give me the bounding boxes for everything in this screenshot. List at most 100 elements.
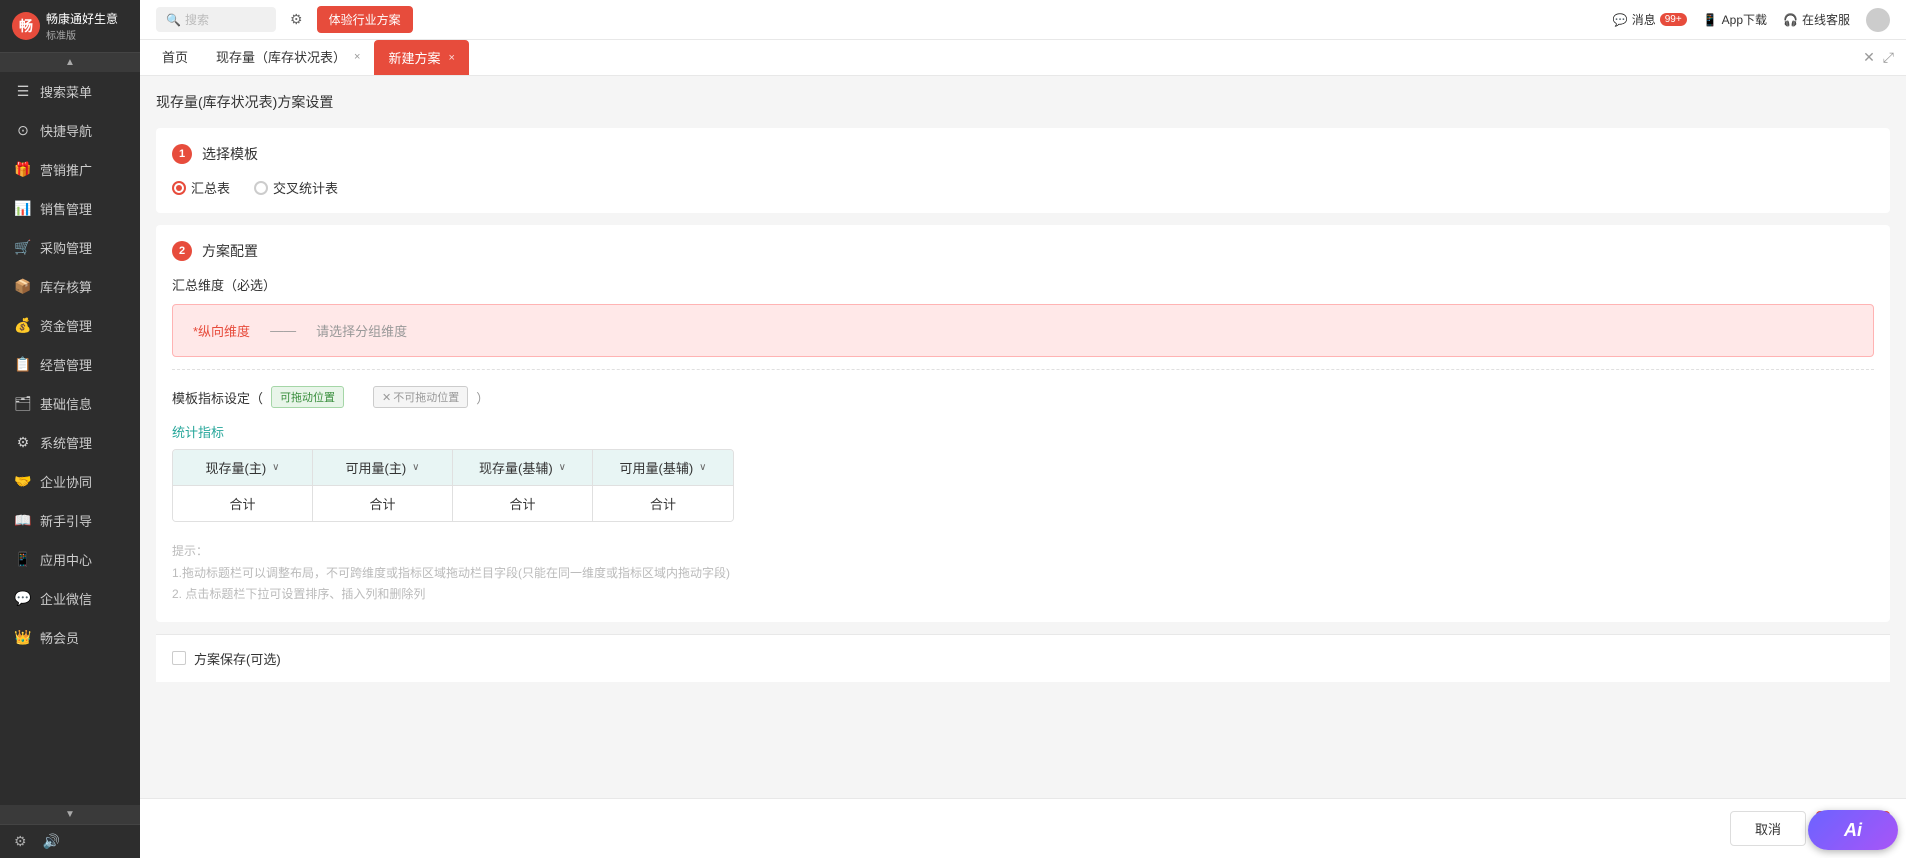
tips-title: 提示： xyxy=(172,544,208,558)
col1-label: 现存量(主) xyxy=(206,458,267,477)
draggable-badge: 可拖动位置 xyxy=(271,386,344,408)
operations-icon: 📋 xyxy=(14,356,32,374)
sidebar-item-label: 快捷导航 xyxy=(40,121,92,140)
search-placeholder: 搜索 xyxy=(185,11,209,28)
step1-badge: 1 xyxy=(172,144,192,164)
sidebar-item-purchase[interactable]: 🛒 采购管理 xyxy=(0,228,140,267)
sidebar-scroll-down[interactable]: ▼ xyxy=(0,805,140,824)
stats-col-3-header[interactable]: 现存量(基辅) ∨ xyxy=(453,450,593,485)
sidebar-item-inventory[interactable]: 📦 库存核算 xyxy=(0,267,140,306)
sidebar-item-operations[interactable]: 📋 经营管理 xyxy=(0,345,140,384)
logo-icon: 畅 xyxy=(12,12,40,40)
sidebar-item-app-center[interactable]: 📱 应用中心 xyxy=(0,540,140,579)
footer-bar: 取消 查询 xyxy=(140,798,1906,858)
step1-card: 1 选择模板 汇总表 交叉统计表 xyxy=(156,128,1890,213)
stats-section: 统计指标 现存量(主) ∨ 可用量(主) ∨ 现存量(基辅) xyxy=(172,422,1874,525)
radio-summary[interactable]: 汇总表 xyxy=(172,178,230,197)
sidebar-item-weixin[interactable]: 💬 企业微信 xyxy=(0,579,140,618)
dimension-placeholder: 请选择分组维度 xyxy=(316,321,407,340)
quick-nav-icon: ⊙ xyxy=(14,122,32,140)
message-icon: 💬 xyxy=(1613,13,1628,27)
sidebar-bottom: ⚙ 🔊 xyxy=(0,824,140,858)
tab-inventory-close[interactable]: × xyxy=(354,51,360,63)
sidebar-item-marketing[interactable]: 🎁 营销推广 xyxy=(0,150,140,189)
sidebar-item-sales[interactable]: 📊 销售管理 xyxy=(0,189,140,228)
sidebar-item-quick-nav[interactable]: ⊙ 快捷导航 xyxy=(0,111,140,150)
logo-sub-text: 标准版 xyxy=(46,27,118,42)
logo-main-text: 畅康通好生意 xyxy=(46,10,118,27)
industry-btn[interactable]: 体验行业方案 xyxy=(317,6,413,33)
sidebar-item-label: 销售管理 xyxy=(40,199,92,218)
tips-section: 提示： 1.拖动标题栏可以调整布局，不可跨维度或指标区域拖动栏目字段(只能在同一… xyxy=(172,541,1874,606)
sidebar-item-label: 畅会员 xyxy=(40,628,79,647)
header-search-box[interactable]: 🔍 搜索 xyxy=(156,7,276,32)
finance-icon: 💰 xyxy=(14,317,32,335)
header-right: 💬 消息 99+ 📱 App下载 🎧 在线客服 xyxy=(1613,8,1890,32)
radio-cross-label: 交叉统计表 xyxy=(273,178,338,197)
dimension-section-label: 汇总维度（必选） xyxy=(172,275,1874,294)
stats-table: 现存量(主) ∨ 可用量(主) ∨ 现存量(基辅) ∨ 可用量(基辅) xyxy=(172,449,734,522)
template-settings-sep xyxy=(352,388,365,407)
sidebar-item-basic-info[interactable]: 🗂 基础信息 xyxy=(0,384,140,423)
message-item[interactable]: 💬 消息 99+ xyxy=(1613,11,1687,28)
sidebar-item-label: 企业协同 xyxy=(40,472,92,491)
sidebar-item-member[interactable]: 👑 畅会员 xyxy=(0,618,140,657)
inventory-icon: 📦 xyxy=(14,278,32,296)
user-avatar[interactable] xyxy=(1866,8,1890,32)
header-left: 🔍 搜索 ⚙ 体验行业方案 xyxy=(156,6,413,33)
template-settings-label: 模板指标设定（ 可拖动位置 ✕ 不可拖动位置 ） xyxy=(172,386,1874,408)
save-checkbox[interactable] xyxy=(172,651,186,665)
member-icon: 👑 xyxy=(14,629,32,647)
sidebar-item-label: 营销推广 xyxy=(40,160,92,179)
step1-header: 1 选择模板 xyxy=(172,144,1874,164)
non-drag-icon: ✕ xyxy=(382,391,391,404)
sidebar-item-label: 搜索菜单 xyxy=(40,82,92,101)
sidebar-item-search[interactable]: ☰ 搜索菜单 xyxy=(0,72,140,111)
step2-card: 2 方案配置 汇总维度（必选） *纵向维度 —— 请选择分组维度 模板指标设定（… xyxy=(156,225,1890,622)
stats-title: 统计指标 xyxy=(172,422,1874,441)
tab-new-plan[interactable]: 新建方案 × xyxy=(374,40,468,75)
app-download-label: App下载 xyxy=(1722,11,1767,28)
dimension-row[interactable]: *纵向维度 —— 请选择分组维度 xyxy=(172,304,1874,357)
sidebar-item-label: 采购管理 xyxy=(40,238,92,257)
stats-col-4-header[interactable]: 可用量(基辅) ∨ xyxy=(593,450,733,485)
stats-col-2-header[interactable]: 可用量(主) ∨ xyxy=(313,450,453,485)
sidebar-scroll-up[interactable]: ▲ xyxy=(0,53,140,72)
service-icon: 🎧 xyxy=(1783,13,1798,27)
basic-info-icon: 🗂 xyxy=(14,395,32,413)
tab-new-plan-close[interactable]: × xyxy=(448,52,454,64)
app-download-item[interactable]: 📱 App下载 xyxy=(1703,11,1767,28)
col2-chevron: ∨ xyxy=(412,462,419,473)
sidebar-item-label: 企业微信 xyxy=(40,589,92,608)
tabs-bar: 首页 现存量（库存状况表） × 新建方案 × ✕ ⤢ xyxy=(140,40,1906,76)
gear-icon[interactable]: ⚙ xyxy=(290,11,303,28)
sales-icon: 📊 xyxy=(14,200,32,218)
stats-col-1-header[interactable]: 现存量(主) ∨ xyxy=(173,450,313,485)
dimension-dash: —— xyxy=(270,323,296,338)
tab-inventory[interactable]: 现存量（库存状况表） × xyxy=(202,40,374,75)
sidebar-item-new-guide[interactable]: 📖 新手引导 xyxy=(0,501,140,540)
sidebar-item-finance[interactable]: 💰 资金管理 xyxy=(0,306,140,345)
radio-cross-circle xyxy=(254,181,268,195)
online-service-item[interactable]: 🎧 在线客服 xyxy=(1783,11,1850,28)
sidebar-nav: ☰ 搜索菜单 ⊙ 快捷导航 🎁 营销推广 📊 销售管理 🛒 采购管理 📦 库存核… xyxy=(0,72,140,805)
radio-summary-label: 汇总表 xyxy=(191,178,230,197)
radio-cross[interactable]: 交叉统计表 xyxy=(254,178,338,197)
section-divider xyxy=(172,369,1874,370)
cancel-button[interactable]: 取消 xyxy=(1730,811,1806,846)
weixin-icon: 💬 xyxy=(14,590,32,608)
tab-home[interactable]: 首页 xyxy=(148,40,202,75)
ai-fab-button[interactable]: Ai xyxy=(1808,810,1898,850)
search-icon: 🔍 xyxy=(166,13,181,27)
avatar-icon xyxy=(1866,8,1890,32)
message-label: 消息 xyxy=(1632,11,1656,28)
settings-icon[interactable]: ⚙ xyxy=(14,833,27,850)
sidebar-item-label: 应用中心 xyxy=(40,550,92,569)
tab-expand-icon[interactable]: ⤢ xyxy=(1883,49,1894,66)
tab-close-icon[interactable]: ✕ xyxy=(1863,49,1875,66)
save-label: 方案保存(可选) xyxy=(194,649,281,668)
col3-chevron: ∨ xyxy=(559,462,566,473)
sidebar-item-system[interactable]: ⚙ 系统管理 xyxy=(0,423,140,462)
sound-icon[interactable]: 🔊 xyxy=(43,833,60,850)
sidebar-item-cooperation[interactable]: 🤝 企业协同 xyxy=(0,462,140,501)
